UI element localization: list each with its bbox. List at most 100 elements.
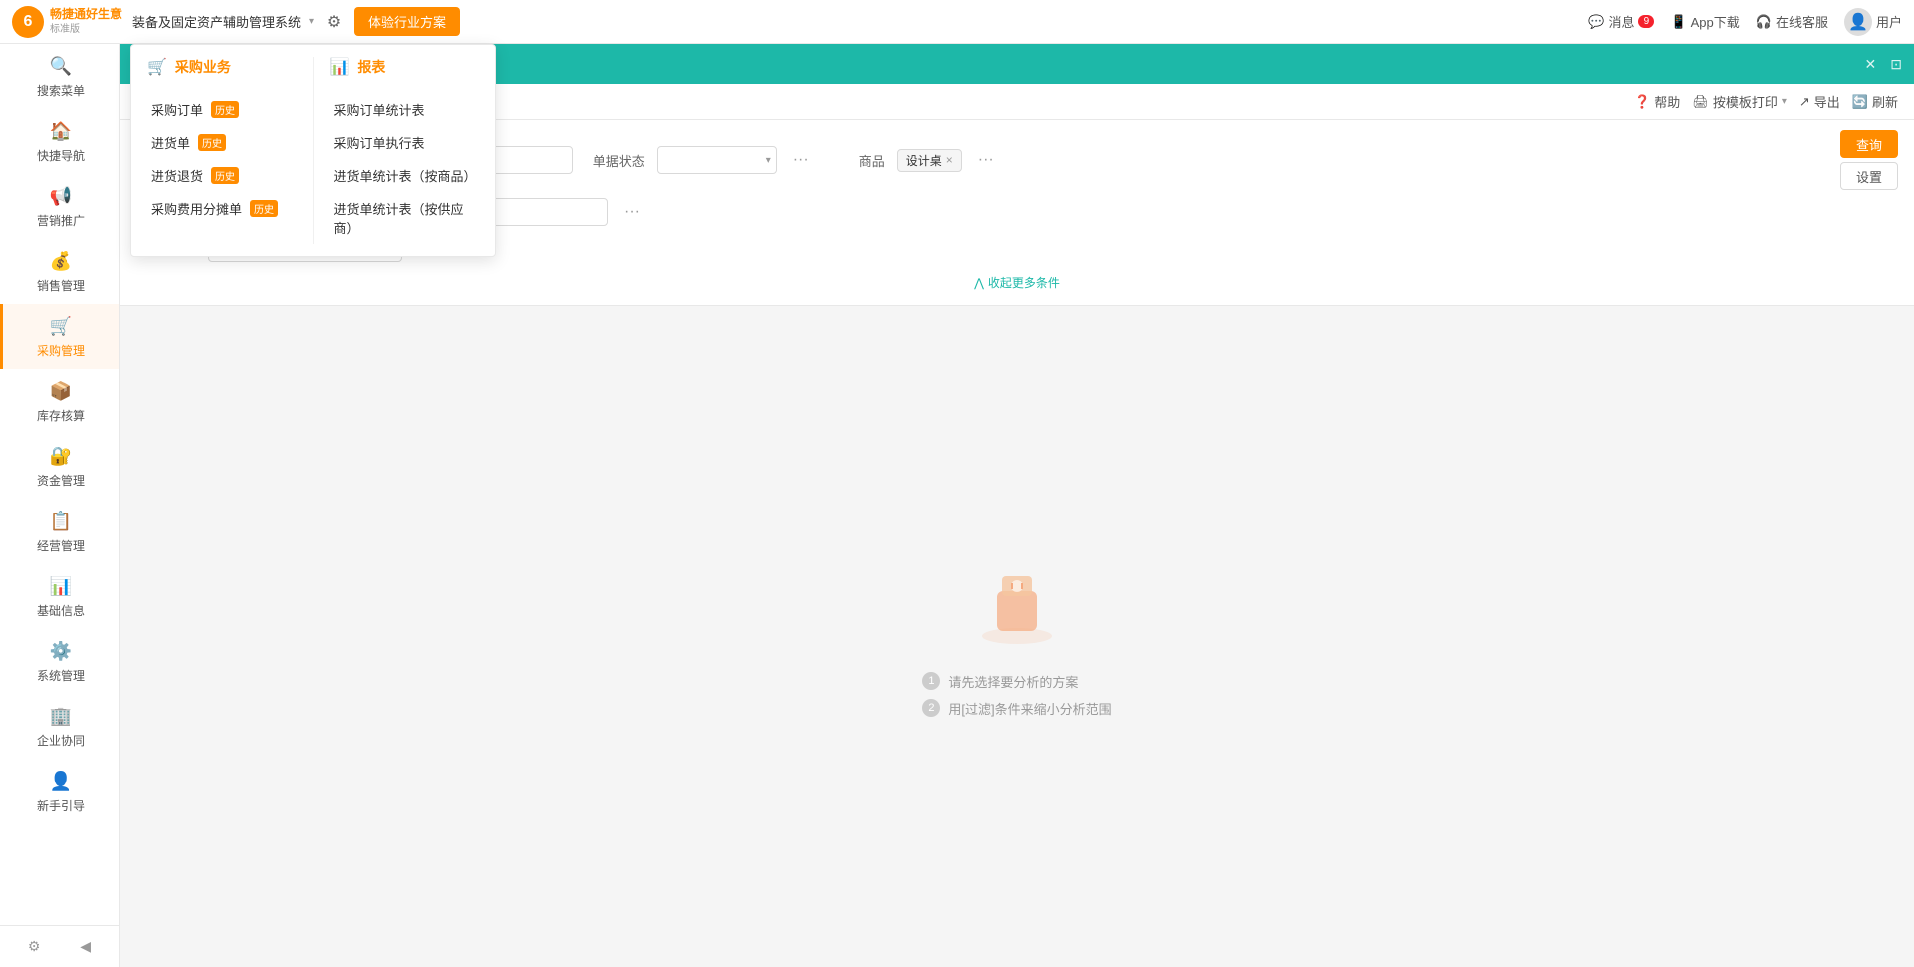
avatar: 👤 (1844, 8, 1872, 36)
home-icon: 🏠 (49, 119, 73, 143)
export-icon: ↗ (1799, 94, 1810, 110)
user-item[interactable]: 👤 用户 (1844, 8, 1902, 36)
header-middle: 装备及固定资产辅助管理系统 ▾ ⚙ 体验行业方案 (132, 7, 1588, 36)
doc-status-label: 单据状态 (585, 151, 645, 170)
logo-sub: 标准版 (50, 23, 122, 36)
collapse-btn[interactable]: ⋀ 收起更多条件 (966, 270, 1068, 295)
doc-status-select[interactable] (657, 146, 777, 174)
sidebar-label-guide: 新手引导 (37, 797, 85, 814)
app-download-item[interactable]: 📱 App下载 (1670, 12, 1739, 31)
online-service-label: 在线客服 (1776, 12, 1828, 31)
sidebar-label-system: 系统管理 (37, 667, 85, 684)
tip-num-1: 1 (922, 672, 940, 690)
logo-text: 畅捷通好生意 标准版 (50, 7, 122, 36)
help-btn[interactable]: ❓ 帮助 (1634, 92, 1680, 111)
export-btn[interactable]: ↗ 导出 (1799, 92, 1840, 111)
sidebar-item-search[interactable]: 🔍 搜索菜单 (0, 44, 119, 109)
print-dropdown-arrow[interactable]: ▾ (1782, 96, 1787, 107)
sidebar-label-quick-nav: 快捷导航 (37, 147, 85, 164)
order-exec-label: 采购订单执行表 (334, 133, 425, 152)
dropdown-purchase-title: 🛒 采购业务 (147, 57, 297, 83)
action-btns: 查询 设置 (1840, 130, 1898, 190)
sales-icon: 💰 (49, 249, 73, 273)
product-tag-remove[interactable]: × (946, 153, 953, 167)
dropdown-item-order-stats[interactable]: 采购订单统计表 (330, 93, 480, 126)
empty-state: 1 请先选择要分析的方案 2 用[过滤]条件来缩小分析范围 (120, 306, 1914, 967)
sidebar-collapse-btn[interactable]: ◀ (76, 934, 95, 959)
history-badge-1: 历史 (198, 134, 226, 151)
headset-icon: 🎧 (1756, 14, 1772, 30)
empty-tip-1: 1 请先选择要分析的方案 (922, 672, 1111, 691)
sidebar-bottom: ⚙ ◀ (0, 925, 119, 967)
message-icon: 💬 (1588, 14, 1604, 30)
app-download-label: App下载 (1691, 12, 1740, 31)
product-dots[interactable]: ··· (974, 151, 998, 169)
dropdown-item-incoming-stats-supplier[interactable]: 进货单统计表（按供应商） (330, 192, 480, 244)
system-icon: ⚙️ (49, 639, 73, 663)
purchase-icon: 🛒 (49, 314, 73, 338)
dropdown-menu: 🛒 采购业务 采购订单 历史 进货单 历史 进货退货 历史 采购费用分摊单 历史… (130, 44, 496, 257)
header-settings-icon[interactable]: ⚙ (322, 10, 346, 34)
purchase-section-label: 采购业务 (175, 57, 231, 77)
tip-text-1: 请先选择要分析的方案 (948, 672, 1078, 691)
dropdown-report-col: 📊 报表 采购订单统计表 采购订单执行表 进货单统计表（按商品） 进货单统计表（… (313, 57, 496, 244)
sidebar-item-system[interactable]: ⚙️ 系统管理 (0, 629, 119, 694)
tab-window-close-btn[interactable]: ✕ (1861, 52, 1881, 77)
print-icon: 🖨 (1692, 94, 1709, 110)
sidebar-label-purchase: 采购管理 (37, 342, 85, 359)
product-tag[interactable]: 设计桌 × (897, 149, 962, 172)
sidebar-item-guide[interactable]: 👤 新手引导 (0, 759, 119, 824)
history-badge-0: 历史 (211, 101, 239, 118)
order-stats-label: 采购订单统计表 (334, 100, 425, 119)
finance-icon: 🔐 (49, 444, 73, 468)
sidebar-label-basic-info: 基础信息 (37, 602, 85, 619)
empty-illustration (967, 556, 1067, 656)
collapse-up-icon: ⋀ (974, 276, 984, 290)
message-item[interactable]: 💬 消息 9 (1588, 12, 1654, 31)
sidebar-item-marketing[interactable]: 📢 营销推广 (0, 174, 119, 239)
dropdown-item-incoming-stats-product[interactable]: 进货单统计表（按商品） (330, 159, 480, 192)
print-btn[interactable]: 🖨 按模板打印 ▾ (1692, 92, 1787, 111)
industry-btn[interactable]: 体验行业方案 (354, 7, 460, 36)
sidebar-item-quick-nav[interactable]: 🏠 快捷导航 (0, 109, 119, 174)
incoming-label: 进货单 (151, 133, 190, 152)
empty-tips: 1 请先选择要分析的方案 2 用[过滤]条件来缩小分析范围 (922, 672, 1111, 718)
dropdown-item-return[interactable]: 进货退货 历史 (147, 159, 297, 192)
sidebar-label-operations: 经营管理 (37, 537, 85, 554)
print-label: 按模板打印 (1713, 92, 1778, 111)
sidebar-label-inventory: 库存核算 (37, 407, 85, 424)
user-label: 用户 (1876, 12, 1902, 31)
sidebar-item-purchase[interactable]: 🛒 采购管理 (0, 304, 119, 369)
sidebar-item-operations[interactable]: 📋 经营管理 (0, 499, 119, 564)
query-btn[interactable]: 查询 (1840, 130, 1898, 158)
empty-tip-2: 2 用[过滤]条件来缩小分析范围 (922, 699, 1111, 718)
staff-dots[interactable]: ··· (620, 203, 644, 221)
sidebar-label-enterprise: 企业协同 (37, 732, 85, 749)
inventory-icon: 📦 (49, 379, 73, 403)
tab-window-restore-btn[interactable]: ⊡ (1886, 52, 1906, 77)
dropdown-item-purchase-order[interactable]: 采购订单 历史 (147, 93, 297, 126)
sidebar-item-basic-info[interactable]: 📊 基础信息 (0, 564, 119, 629)
dropdown-item-order-exec[interactable]: 采购订单执行表 (330, 126, 480, 159)
purchase-section-icon: 🛒 (147, 57, 167, 77)
sidebar-label-sales: 销售管理 (37, 277, 85, 294)
sidebar-settings-btn[interactable]: ⚙ (24, 934, 45, 959)
doc-status-dots[interactable]: ··· (789, 151, 813, 169)
sidebar-item-sales[interactable]: 💰 销售管理 (0, 239, 119, 304)
purchase-order-label: 采购订单 (151, 100, 203, 119)
history-badge-2: 历史 (211, 167, 239, 184)
dropdown-item-incoming[interactable]: 进货单 历史 (147, 126, 297, 159)
logo-icon: 6 (12, 6, 44, 38)
dropdown-item-expense[interactable]: 采购费用分摊单 历史 (147, 192, 297, 225)
system-dropdown-arrow[interactable]: ▾ (309, 16, 314, 27)
sidebar-item-enterprise[interactable]: 🏢 企业协同 (0, 694, 119, 759)
settings-btn[interactable]: 设置 (1840, 162, 1898, 190)
collapse-label: 收起更多条件 (988, 274, 1060, 291)
online-service-item[interactable]: 🎧 在线客服 (1756, 12, 1828, 31)
sidebar-item-finance[interactable]: 🔐 资金管理 (0, 434, 119, 499)
refresh-btn[interactable]: 🔄 刷新 (1852, 92, 1898, 111)
sidebar-item-inventory[interactable]: 📦 库存核算 (0, 369, 119, 434)
system-title: 装备及固定资产辅助管理系统 (132, 12, 301, 31)
product-label: 商品 (825, 151, 885, 170)
history-badge-3: 历史 (250, 200, 278, 217)
